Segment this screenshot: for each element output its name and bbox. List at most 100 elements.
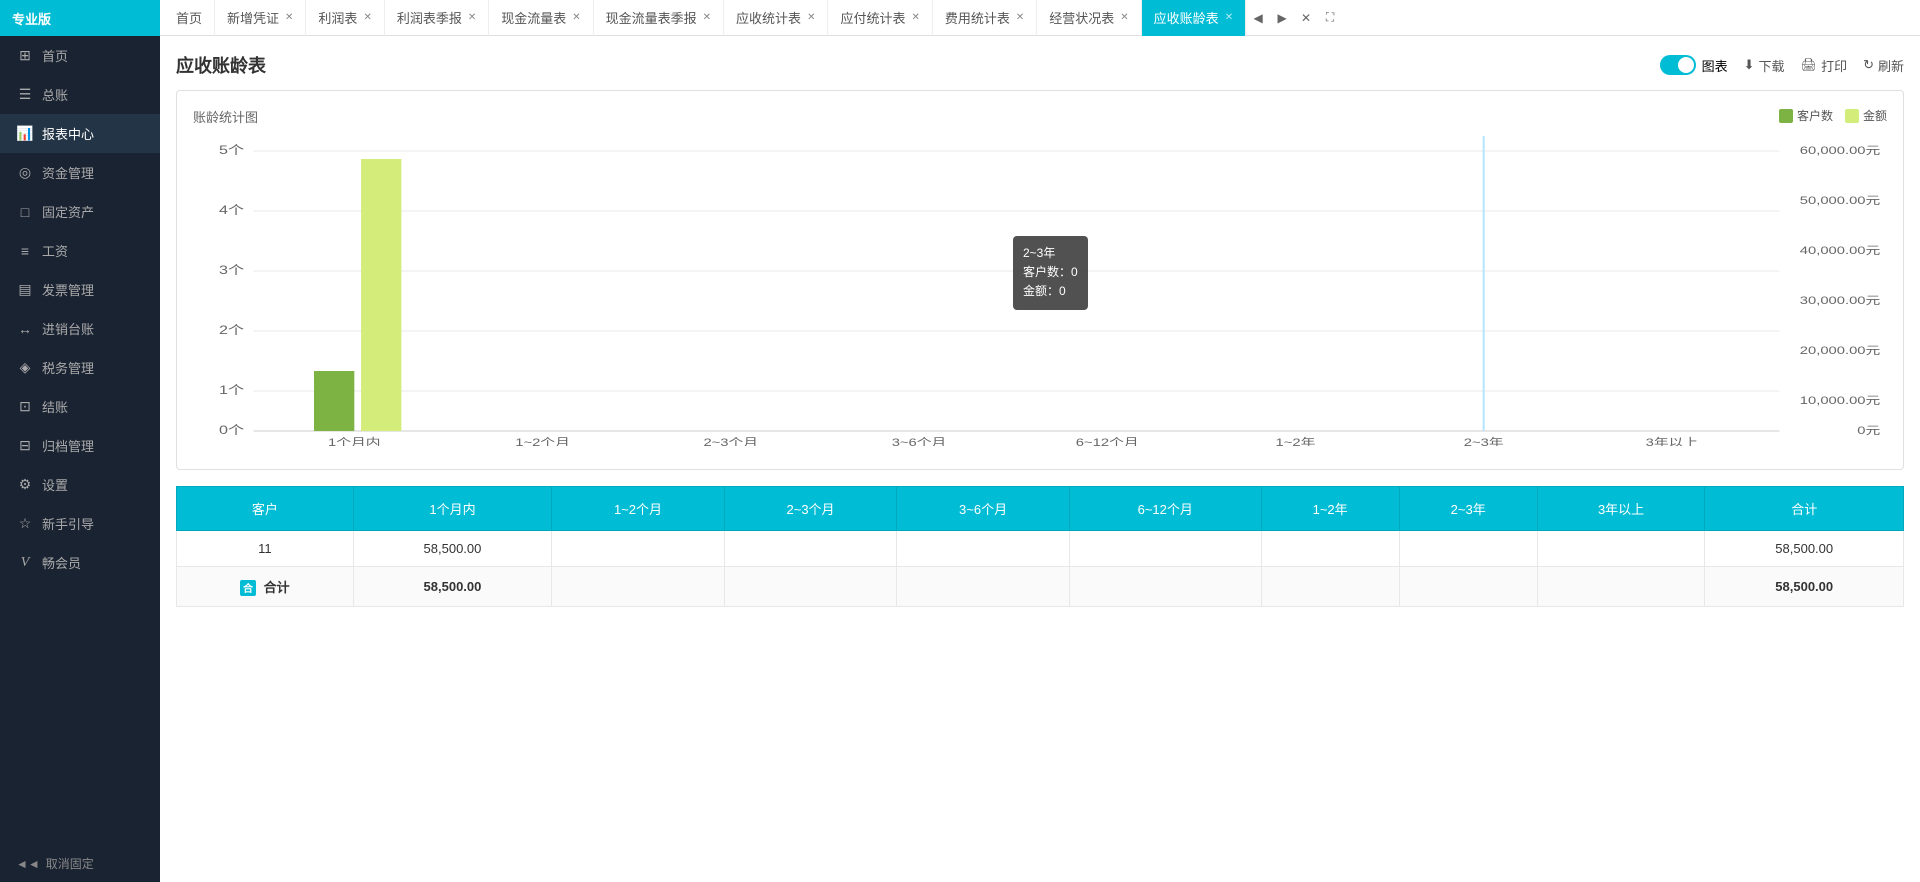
svg-text:0元: 0元 (1857, 424, 1880, 437)
tab-home-label: 首页 (176, 8, 202, 27)
bar-amount-0 (361, 159, 401, 431)
tab-prev-btn[interactable]: ◀ (1246, 6, 1270, 30)
chart-toggle-switch[interactable] (1660, 55, 1696, 75)
td-m1-0: 58,500.00 (353, 531, 551, 567)
tab-home[interactable]: 首页 (164, 0, 215, 36)
tab-biz-stat[interactable]: 经营状况表 ✕ (1037, 0, 1141, 36)
tax-icon: ◈ (16, 359, 34, 376)
guide-icon: ☆ (16, 515, 34, 532)
td-total-sum: 58,500.00 (1705, 567, 1904, 607)
tab-ap-stat[interactable]: 应付统计表 ✕ (828, 0, 932, 36)
sidebar-item-settings[interactable]: ⚙ 设置 (0, 465, 160, 504)
tab-biz-stat-label: 经营状况表 (1049, 8, 1114, 27)
sidebar-item-checkout[interactable]: ⊡ 结账 (0, 387, 160, 426)
th-customer: 客户 (177, 487, 354, 531)
td-customer-0: 11 (177, 531, 354, 567)
svg-text:1个月内: 1个月内 (328, 436, 381, 446)
tab-profit[interactable]: 利润表 ✕ (306, 0, 384, 36)
pin-label: 取消固定 (46, 855, 94, 872)
content-area: 应收账龄表 图表 ⬇ 下载 🖨 打印 ↻ (160, 36, 1920, 882)
sidebar-item-guide[interactable]: ☆ 新手引导 (0, 504, 160, 543)
bar-customer-0 (314, 371, 354, 431)
sidebar-pin-toggle[interactable]: ◄◄ 取消固定 (0, 845, 160, 882)
tab-profit-close[interactable]: ✕ (363, 12, 371, 23)
legend-customer-color (1779, 109, 1793, 123)
tab-ar-age-close[interactable]: ✕ (1225, 12, 1233, 23)
sidebar-item-purchase[interactable]: ↔ 进销台账 (0, 309, 160, 348)
sidebar-item-salary[interactable]: ≡ 工资 (0, 231, 160, 270)
tab-next-btn[interactable]: ▶ (1270, 6, 1294, 30)
td-total-customer: 合 合计 (177, 567, 354, 607)
svg-text:1个: 1个 (219, 383, 244, 397)
sidebar-label-ledger: 总账 (42, 85, 68, 104)
td-total-y3plus (1537, 567, 1705, 607)
tab-ar-stat-close[interactable]: ✕ (807, 12, 815, 23)
td-total-m12 (552, 567, 725, 607)
tab-voucher-close[interactable]: ✕ (285, 12, 293, 23)
th-m1: 1个月内 (353, 487, 551, 531)
sidebar-item-tax[interactable]: ◈ 税务管理 (0, 348, 160, 387)
td-m612-0 (1069, 531, 1261, 567)
tab-biz-stat-close[interactable]: ✕ (1120, 12, 1128, 23)
refresh-btn[interactable]: ↻ 刷新 (1863, 56, 1904, 75)
tab-profit-q-close[interactable]: ✕ (468, 12, 476, 23)
tab-cashflow-q[interactable]: 现金流量表季报 ✕ (594, 0, 724, 36)
print-btn[interactable]: 🖨 打印 (1801, 56, 1848, 75)
pin-icon: ◄◄ (16, 857, 40, 871)
svg-text:6~12个月: 6~12个月 (1076, 436, 1139, 446)
tab-ap-stat-close[interactable]: ✕ (911, 12, 919, 23)
tab-cashflow-q-label: 现金流量表季报 (606, 8, 697, 27)
tab-close-all-btn[interactable]: ✕ (1294, 6, 1318, 30)
svg-text:2~3年: 2~3年 (1464, 436, 1504, 446)
tab-expand-btn[interactable]: ⛶ (1318, 6, 1342, 30)
svg-text:2~3个月: 2~3个月 (703, 436, 758, 446)
legend-customer-label: 客户数 (1797, 107, 1833, 124)
assets-icon: □ (16, 204, 34, 220)
refresh-label: 刷新 (1878, 56, 1904, 75)
sidebar-item-home[interactable]: ⊞ 首页 (0, 36, 160, 75)
toolbar: 图表 ⬇ 下载 🖨 打印 ↻ 刷新 (1660, 55, 1904, 75)
tab-ar-stat[interactable]: 应收统计表 ✕ (724, 0, 828, 36)
chart-svg: 5个 4个 3个 2个 1个 0个 60,000.00元 50,000.00元 … (193, 136, 1887, 446)
table-row: 11 58,500.00 58,500.00 (177, 531, 1904, 567)
download-icon: ⬇ (1744, 57, 1755, 73)
download-btn[interactable]: ⬇ 下载 (1744, 56, 1785, 75)
sidebar-item-assets[interactable]: □ 固定资产 (0, 192, 160, 231)
sidebar-item-member[interactable]: V 畅会员 (0, 543, 160, 582)
tab-cashflow-label: 现金流量表 (501, 8, 566, 27)
sidebar-item-ledger[interactable]: ☰ 总账 (0, 75, 160, 114)
chart-toggle[interactable]: 图表 (1660, 55, 1728, 75)
total-icon: 合 (240, 580, 256, 596)
tab-profit-q[interactable]: 利润表季报 ✕ (385, 0, 489, 36)
sidebar-item-reports[interactable]: 📊 报表中心 (0, 114, 160, 153)
tab-expense-stat[interactable]: 费用统计表 ✕ (933, 0, 1037, 36)
print-icon: 🖨 (1801, 57, 1818, 73)
tab-expense-stat-close[interactable]: ✕ (1016, 12, 1024, 23)
th-y3plus: 3年以上 (1537, 487, 1705, 531)
svg-text:5个: 5个 (219, 143, 244, 157)
sidebar-label-checkout: 结账 (42, 397, 68, 416)
tab-cashflow[interactable]: 现金流量表 ✕ (489, 0, 593, 36)
tab-cashflow-q-close[interactable]: ✕ (703, 12, 711, 23)
sidebar-label-archive: 归档管理 (42, 436, 94, 455)
sidebar-item-funds[interactable]: ◎ 资金管理 (0, 153, 160, 192)
th-y23: 2~3年 (1399, 487, 1537, 531)
svg-text:20,000.00元: 20,000.00元 (1800, 344, 1880, 357)
member-icon: V (16, 555, 34, 571)
sidebar-label-salary: 工资 (42, 241, 68, 260)
tab-voucher[interactable]: 新增凭证 ✕ (215, 0, 306, 36)
sidebar-item-archive[interactable]: ⊟ 归档管理 (0, 426, 160, 465)
home-icon: ⊞ (16, 47, 34, 64)
tab-profit-q-label: 利润表季报 (397, 8, 462, 27)
salary-icon: ≡ (16, 243, 34, 259)
tab-cashflow-close[interactable]: ✕ (572, 12, 580, 23)
td-total-m612 (1069, 567, 1261, 607)
svg-text:30,000.00元: 30,000.00元 (1800, 294, 1880, 307)
invoice-icon: ▤ (16, 281, 34, 298)
sidebar-label-purchase: 进销台账 (42, 319, 94, 338)
legend-amount-label: 金额 (1863, 107, 1887, 124)
tab-ar-age[interactable]: 应收账龄表 ✕ (1142, 0, 1246, 36)
sidebar-label-home: 首页 (42, 46, 68, 65)
svg-text:50,000.00元: 50,000.00元 (1800, 194, 1880, 207)
sidebar-item-invoice[interactable]: ▤ 发票管理 (0, 270, 160, 309)
